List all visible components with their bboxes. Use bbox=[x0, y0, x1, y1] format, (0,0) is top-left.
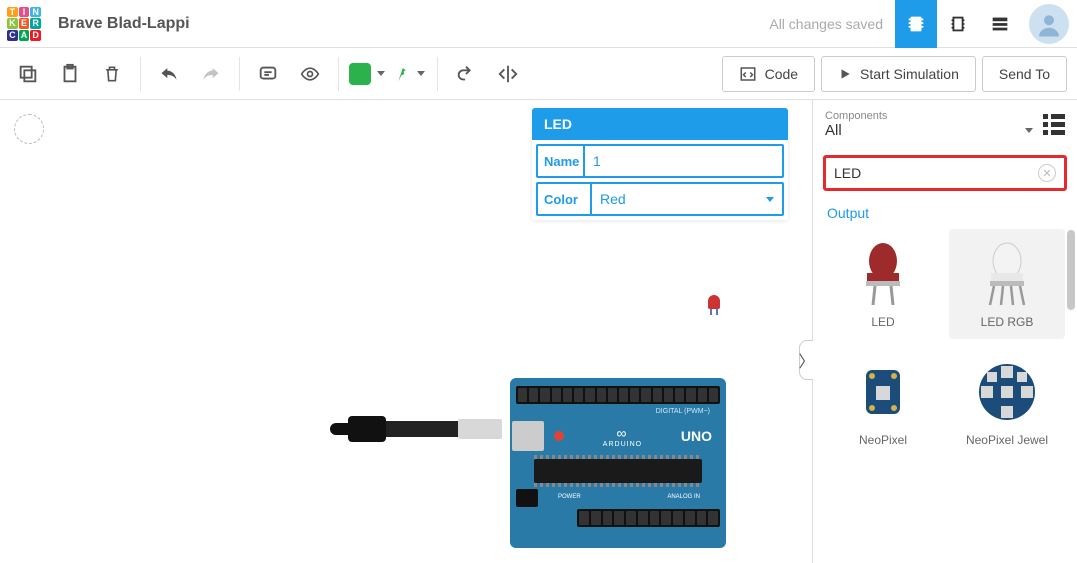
list-view-toggle[interactable] bbox=[1043, 114, 1065, 135]
component-card-led-rgb[interactable]: LED RGB bbox=[949, 229, 1065, 339]
zoom-to-fit-button[interactable] bbox=[14, 114, 44, 144]
play-icon bbox=[838, 67, 852, 81]
components-dd-label: Components bbox=[825, 110, 1033, 122]
tinkercad-logo[interactable]: TIN KER CAD bbox=[0, 0, 48, 48]
visibility-button[interactable] bbox=[292, 56, 328, 92]
property-name-input[interactable] bbox=[585, 146, 782, 176]
notes-button[interactable] bbox=[250, 56, 286, 92]
component-search: ✕ bbox=[823, 155, 1067, 191]
chevron-down-icon bbox=[766, 197, 774, 202]
paste-button[interactable] bbox=[52, 56, 88, 92]
component-name: LED RGB bbox=[981, 315, 1034, 329]
main-area: LED Name Color Red DIGITAL bbox=[0, 100, 1077, 563]
led-icon bbox=[848, 239, 918, 309]
canvas-usb-cable[interactable] bbox=[348, 416, 502, 442]
mirror-button[interactable] bbox=[490, 56, 526, 92]
wire-color-button[interactable] bbox=[349, 56, 385, 92]
chevron-down-icon bbox=[1025, 128, 1033, 133]
property-color-label: Color bbox=[538, 184, 592, 214]
project-title[interactable]: Brave Blad-Lappi bbox=[58, 15, 190, 33]
wire-type-button[interactable] bbox=[391, 56, 427, 92]
chevron-down-icon bbox=[417, 71, 425, 76]
components-dd-value: All bbox=[825, 122, 842, 139]
component-name: NeoPixel Jewel bbox=[966, 433, 1048, 447]
schematic-view-button[interactable] bbox=[937, 0, 979, 48]
sidebar-collapse-handle[interactable]: 〉 bbox=[799, 340, 813, 380]
canvas[interactable]: LED Name Color Red DIGITAL bbox=[0, 100, 812, 563]
property-name-label: Name bbox=[538, 146, 585, 176]
canvas-component-led[interactable] bbox=[708, 295, 720, 315]
copy-button[interactable] bbox=[10, 56, 46, 92]
components-dropdown[interactable]: Components All bbox=[825, 110, 1033, 139]
property-color-row: Color Red bbox=[536, 182, 784, 216]
chevron-down-icon bbox=[377, 71, 385, 76]
sim-label: Start Simulation bbox=[860, 66, 959, 82]
properties-title: LED bbox=[532, 108, 788, 140]
delete-button[interactable] bbox=[94, 56, 130, 92]
toolbar: Code Start Simulation Send To bbox=[0, 48, 1077, 100]
top-bar: TIN KER CAD Brave Blad-Lappi All changes… bbox=[0, 0, 1077, 48]
redo-button[interactable] bbox=[193, 56, 229, 92]
undo-button[interactable] bbox=[151, 56, 187, 92]
neopixel-icon bbox=[848, 357, 918, 427]
properties-panel: LED Name Color Red bbox=[532, 108, 788, 220]
property-name-row: Name bbox=[536, 144, 784, 178]
send-to-button[interactable]: Send To bbox=[982, 56, 1067, 92]
user-avatar[interactable] bbox=[1029, 4, 1069, 44]
component-name: LED bbox=[871, 315, 894, 329]
led-rgb-icon bbox=[972, 239, 1042, 309]
property-color-value: Red bbox=[600, 191, 626, 207]
color-chip-icon bbox=[349, 63, 371, 85]
components-sidebar: 〉 Components All ✕ Output LED bbox=[812, 100, 1077, 563]
property-color-select[interactable]: Red bbox=[592, 184, 782, 214]
component-card-led[interactable]: LED bbox=[825, 229, 941, 339]
code-button[interactable]: Code bbox=[722, 56, 815, 92]
sidebar-scrollbar[interactable] bbox=[1067, 230, 1075, 310]
components-grid: LED LED RGB NeoPixel NeoPixel Jewel bbox=[813, 229, 1077, 457]
clear-search-button[interactable]: ✕ bbox=[1038, 164, 1056, 182]
send-label: Send To bbox=[999, 66, 1050, 82]
neopixel-jewel-icon bbox=[972, 357, 1042, 427]
code-label: Code bbox=[765, 66, 798, 82]
rotate-button[interactable] bbox=[448, 56, 484, 92]
component-name: NeoPixel bbox=[859, 433, 907, 447]
component-search-input[interactable] bbox=[834, 165, 1038, 181]
save-status: All changes saved bbox=[769, 16, 883, 32]
bom-view-button[interactable] bbox=[979, 0, 1021, 48]
code-icon bbox=[739, 65, 757, 83]
component-card-neopixel-jewel[interactable]: NeoPixel Jewel bbox=[949, 347, 1065, 457]
component-card-neopixel[interactable]: NeoPixel bbox=[825, 347, 941, 457]
start-simulation-button[interactable]: Start Simulation bbox=[821, 56, 976, 92]
canvas-component-arduino[interactable]: DIGITAL (PWM~) ∞ ARDUINO UNO POWER ANALO… bbox=[510, 378, 726, 548]
circuit-view-button[interactable] bbox=[895, 0, 937, 48]
category-label: Output bbox=[813, 201, 1077, 229]
